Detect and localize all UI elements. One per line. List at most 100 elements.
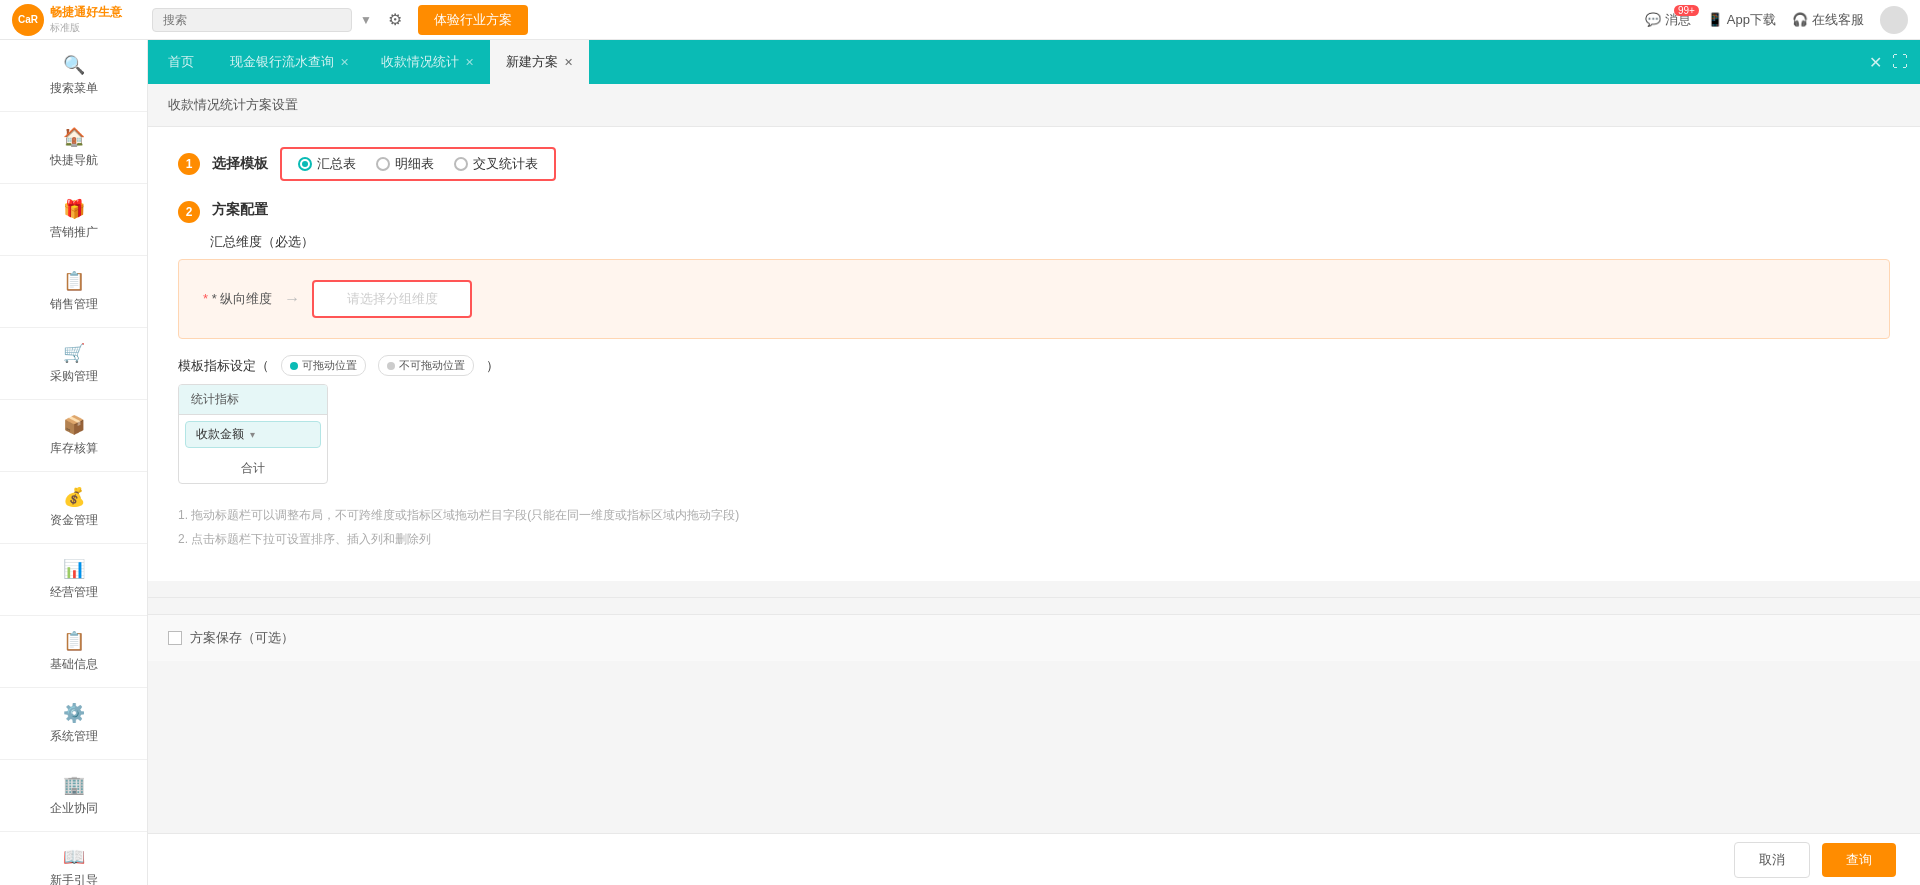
download-btn[interactable]: 📱 App下载 bbox=[1707, 11, 1776, 29]
operations-icon: 📊 bbox=[63, 558, 85, 580]
no-drag-badge: 不可拖动位置 bbox=[378, 355, 474, 376]
tabbar-actions: ✕ ⛶ bbox=[1869, 53, 1920, 72]
download-icon: 📱 bbox=[1707, 12, 1723, 27]
indicator-title: 模板指标设定（ bbox=[178, 357, 269, 375]
radio-summary-circle bbox=[298, 157, 312, 171]
sidebar-item-marketing[interactable]: 🎁 营销推广 bbox=[0, 184, 147, 256]
dim-placeholder[interactable]: 请选择分组维度 bbox=[312, 280, 472, 318]
sidebar-item-basics[interactable]: 📋 基础信息 bbox=[0, 616, 147, 688]
tab-home[interactable]: 首页 bbox=[148, 40, 214, 84]
radio-crosstab-circle bbox=[454, 157, 468, 171]
vertical-dim-label: * * 纵向维度 bbox=[203, 290, 272, 308]
sidebar-item-quicknav[interactable]: 🏠 快捷导航 bbox=[0, 112, 147, 184]
template-select-box: 汇总表 明细表 交叉统计表 bbox=[280, 147, 556, 181]
trial-button[interactable]: 体验行业方案 bbox=[418, 5, 528, 35]
messages-badge: 99+ bbox=[1674, 5, 1699, 16]
step2-number: 2 bbox=[178, 201, 200, 223]
logo-text: 畅捷通好生意 标准版 bbox=[50, 4, 122, 35]
step1-number: 1 bbox=[178, 153, 200, 175]
config-section: 汇总维度（必选） * * 纵向维度 → 请选择分组维度 bbox=[178, 223, 1890, 561]
sidebar-item-finance[interactable]: 💰 资金管理 bbox=[0, 472, 147, 544]
system-icon: ⚙️ bbox=[63, 702, 85, 724]
cancel-button[interactable]: 取消 bbox=[1734, 842, 1810, 878]
step1-label: 选择模板 bbox=[212, 155, 268, 173]
sidebar-item-operations[interactable]: 📊 经营管理 bbox=[0, 544, 147, 616]
radio-crosstab[interactable]: 交叉统计表 bbox=[454, 155, 538, 173]
query-button[interactable]: 查询 bbox=[1822, 843, 1896, 877]
home-icon: 🏠 bbox=[63, 126, 85, 148]
marketing-icon: 🎁 bbox=[63, 198, 85, 220]
enterprise-icon: 🏢 bbox=[63, 774, 85, 796]
logo-icon: CaR bbox=[12, 4, 44, 36]
message-icon: 💬 bbox=[1645, 12, 1661, 27]
draggable-badge: 可拖动位置 bbox=[281, 355, 366, 376]
draggable-dot bbox=[290, 362, 298, 370]
messages-btn[interactable]: 💬 消息 99+ bbox=[1645, 11, 1691, 29]
inventory-icon: 📦 bbox=[63, 414, 85, 436]
indicator-header: 模板指标设定（ 可拖动位置 不可拖动位置 ） bbox=[178, 355, 1890, 376]
tips-area: 1. 拖动标题栏可以调整布局，不可跨维度或指标区域拖动栏目字段(只能在同一维度或… bbox=[178, 503, 1890, 551]
sidebar-item-sales[interactable]: 📋 销售管理 bbox=[0, 256, 147, 328]
sales-icon: 📋 bbox=[63, 270, 85, 292]
finance-icon: 💰 bbox=[63, 486, 85, 508]
support-icon: 🎧 bbox=[1792, 12, 1808, 27]
section-divider bbox=[148, 597, 1920, 598]
no-drag-dot bbox=[387, 362, 395, 370]
sidebar-item-guide[interactable]: 📖 新手引导 bbox=[0, 832, 147, 885]
tip2-text: 2. 点击标题栏下拉可设置排序、插入列和删除列 bbox=[178, 527, 431, 551]
tab-new-plan[interactable]: 新建方案 ✕ bbox=[490, 40, 589, 84]
tab-close-bank[interactable]: ✕ bbox=[340, 56, 349, 69]
footer: 取消 查询 bbox=[148, 833, 1920, 885]
topbar-right: 💬 消息 99+ 📱 App下载 🎧 在线客服 bbox=[1645, 6, 1908, 34]
tip2-row: 2. 点击标题栏下拉可设置排序、插入列和删除列 bbox=[178, 527, 1890, 551]
indicator-table: 统计指标 收款金额 ▾ 合计 bbox=[178, 384, 328, 484]
radio-summary[interactable]: 汇总表 bbox=[298, 155, 356, 173]
tab-close-receipt[interactable]: ✕ bbox=[465, 56, 474, 69]
dropdown-chevron-icon[interactable]: ▼ bbox=[360, 13, 372, 27]
step2-label: 方案配置 bbox=[212, 201, 268, 219]
dim-title: 汇总维度（必选） bbox=[210, 233, 1890, 251]
support-btn[interactable]: 🎧 在线客服 bbox=[1792, 11, 1864, 29]
close-window-icon[interactable]: ✕ bbox=[1869, 53, 1882, 72]
search-input[interactable] bbox=[152, 8, 352, 32]
sidebar-item-system[interactable]: ⚙️ 系统管理 bbox=[0, 688, 147, 760]
radio-detail[interactable]: 明细表 bbox=[376, 155, 434, 173]
indicator-title-end: ） bbox=[486, 357, 499, 375]
indicator-table-header: 统计指标 bbox=[179, 385, 327, 415]
tab-bank-flow[interactable]: 现金银行流水查询 ✕ bbox=[214, 40, 365, 84]
main-layout: 🔍 搜索菜单 🏠 快捷导航 🎁 营销推广 📋 销售管理 🛒 采购管理 📦 库存核… bbox=[0, 40, 1920, 885]
tip1-row: 1. 拖动标题栏可以调整布局，不可跨维度或指标区域拖动栏目字段(只能在同一维度或… bbox=[178, 503, 1890, 527]
basics-icon: 📋 bbox=[63, 630, 85, 652]
save-checkbox[interactable] bbox=[168, 631, 182, 645]
search-menu-icon: 🔍 bbox=[63, 54, 85, 76]
form-area: 1 选择模板 汇总表 明细表 交叉统计表 bbox=[148, 127, 1920, 581]
sidebar-item-search[interactable]: 🔍 搜索菜单 bbox=[0, 40, 147, 112]
dim-row: * * 纵向维度 → 请选择分组维度 bbox=[203, 280, 1865, 318]
gear-icon[interactable]: ⚙ bbox=[388, 10, 402, 29]
step2-row: 2 方案配置 bbox=[178, 201, 1890, 223]
sidebar-item-purchase[interactable]: 🛒 采购管理 bbox=[0, 328, 147, 400]
topbar: CaR 畅捷通好生意 标准版 ▼ ⚙ 体验行业方案 💬 消息 99+ 📱 App… bbox=[0, 0, 1920, 40]
sidebar: 🔍 搜索菜单 🏠 快捷导航 🎁 营销推广 📋 销售管理 🛒 采购管理 📦 库存核… bbox=[0, 40, 148, 885]
save-option-row: 方案保存（可选） bbox=[148, 614, 1920, 661]
sidebar-item-inventory[interactable]: 📦 库存核算 bbox=[0, 400, 147, 472]
logo-area: CaR 畅捷通好生意 标准版 bbox=[12, 4, 152, 36]
save-label: 方案保存（可选） bbox=[190, 629, 294, 647]
user-avatar[interactable] bbox=[1880, 6, 1908, 34]
indicator-tag-amount[interactable]: 收款金额 ▾ bbox=[185, 421, 321, 448]
maximize-icon[interactable]: ⛶ bbox=[1892, 53, 1908, 71]
tab-close-new[interactable]: ✕ bbox=[564, 56, 573, 69]
indicator-section: 模板指标设定（ 可拖动位置 不可拖动位置 ） bbox=[178, 355, 1890, 487]
arrow-icon: → bbox=[284, 290, 300, 308]
guide-icon: 📖 bbox=[63, 846, 85, 868]
content-area: 首页 现金银行流水查询 ✕ 收款情况统计 ✕ 新建方案 ✕ ✕ ⛶ bbox=[148, 40, 1920, 885]
purchase-icon: 🛒 bbox=[63, 342, 85, 364]
breadcrumb: 收款情况统计方案设置 bbox=[148, 84, 1920, 127]
tag-chevron-icon: ▾ bbox=[250, 429, 255, 440]
tab-receipt-stats[interactable]: 收款情况统计 ✕ bbox=[365, 40, 490, 84]
sidebar-item-enterprise[interactable]: 🏢 企业协同 bbox=[0, 760, 147, 832]
topbar-mid: ▼ ⚙ 体验行业方案 bbox=[152, 5, 1645, 35]
page-content: 收款情况统计方案设置 1 选择模板 汇总表 明细表 bbox=[148, 84, 1920, 833]
radio-detail-circle bbox=[376, 157, 390, 171]
step1-row: 1 选择模板 汇总表 明细表 交叉统计表 bbox=[178, 147, 1890, 181]
